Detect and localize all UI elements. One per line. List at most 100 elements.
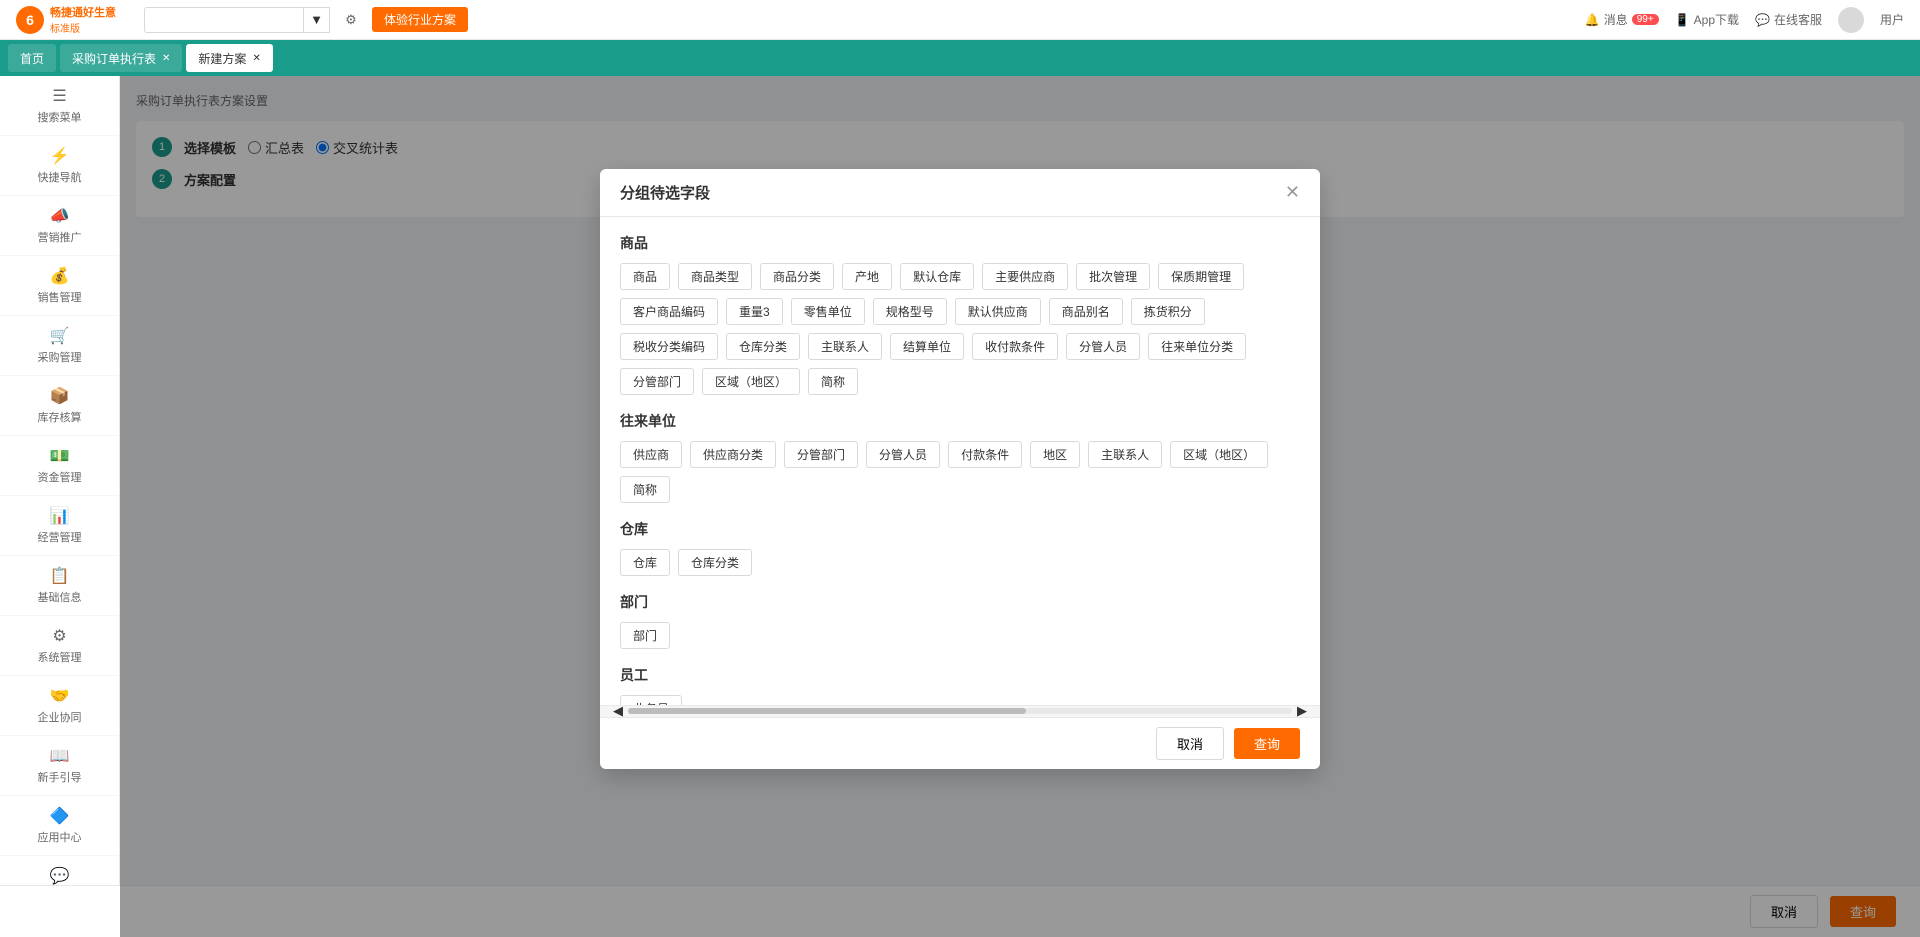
field-chips-4: 业务员 (620, 695, 1300, 705)
field-chip-1-3[interactable]: 分管人员 (866, 441, 940, 468)
field-chip-0-21[interactable]: 往来单位分类 (1148, 333, 1246, 360)
field-chip-1-2[interactable]: 分管部门 (784, 441, 858, 468)
sidebar-icon-13: 💬 (50, 866, 70, 886)
sidebar-label-8: 基础信息 (38, 589, 82, 605)
field-chip-0-16[interactable]: 仓库分类 (726, 333, 800, 360)
field-chip-1-7[interactable]: 区域（地区） (1170, 441, 1268, 468)
sidebar-icon-11: 📖 (50, 746, 70, 766)
gear-button[interactable]: ⚙ (338, 7, 364, 33)
field-chip-0-12[interactable]: 默认供应商 (955, 298, 1041, 325)
field-chip-0-13[interactable]: 商品别名 (1049, 298, 1123, 325)
sidebar-item-3[interactable]: 💰销售管理 (0, 256, 119, 316)
sidebar-item-4[interactable]: 🛒采购管理 (0, 316, 119, 376)
tab-new-plan-close[interactable]: ✕ (252, 53, 260, 64)
modal-scrollbar[interactable]: ◀ ▶ (600, 705, 1320, 717)
modal-body: 商品商品商品类型商品分类产地默认仓库主要供应商批次管理保质期管理客户商品编码重量… (600, 217, 1320, 705)
sidebar-icon-3: 💰 (50, 266, 70, 286)
field-chip-0-9[interactable]: 重量3 (726, 298, 783, 325)
field-chip-1-4[interactable]: 付款条件 (948, 441, 1022, 468)
sidebar-item-8[interactable]: 📋 基础信息 (0, 556, 119, 616)
sidebar-label-0: 搜索菜单 (38, 109, 82, 125)
field-chip-2-0[interactable]: 仓库 (620, 549, 670, 576)
confirm-button[interactable]: 查询 (1234, 728, 1300, 759)
field-chip-0-24[interactable]: 简称 (808, 368, 858, 395)
online-service-button[interactable]: 💬 在线客服 (1755, 11, 1822, 28)
field-chip-0-20[interactable]: 分管人员 (1066, 333, 1140, 360)
field-chip-0-19[interactable]: 收付款条件 (972, 333, 1058, 360)
field-chip-0-14[interactable]: 拣货积分 (1131, 298, 1205, 325)
field-chip-1-1[interactable]: 供应商分类 (690, 441, 776, 468)
field-section-title-2: 仓库 (620, 519, 1300, 539)
logo-name: 畅捷通好生意 (50, 4, 116, 20)
sidebar-label-5: 库存核算 (38, 409, 82, 425)
field-chip-3-0[interactable]: 部门 (620, 622, 670, 649)
avatar[interactable] (1838, 7, 1864, 33)
user-name-label: 用户 (1880, 11, 1904, 28)
field-chip-0-10[interactable]: 零售单位 (791, 298, 865, 325)
app-download-button[interactable]: 📱 App下载 (1675, 11, 1739, 28)
field-chips-3: 部门 (620, 622, 1300, 649)
sidebar-item-12[interactable]: 🔷应用中心 (0, 796, 119, 856)
online-service-icon: 💬 (1755, 13, 1770, 27)
sidebar-item-5[interactable]: 📦库存核算 (0, 376, 119, 436)
sidebar-icon-4: 🛒 (50, 326, 70, 346)
field-chip-0-3[interactable]: 产地 (842, 263, 892, 290)
field-chip-0-4[interactable]: 默认仓库 (900, 263, 974, 290)
sidebar-icon-12: 🔷 (50, 806, 70, 826)
notification-button[interactable]: 🔔 消息 99+ (1585, 11, 1659, 28)
logo-sub: 标准版 (50, 20, 116, 35)
field-chip-1-0[interactable]: 供应商 (620, 441, 682, 468)
field-chip-0-8[interactable]: 客户商品编码 (620, 298, 718, 325)
cancel-button[interactable]: 取消 (1156, 727, 1224, 760)
field-section-2: 仓库仓库仓库分类 (620, 519, 1300, 576)
tab-purchase-exec-close[interactable]: ✕ (162, 53, 170, 64)
search-input[interactable] (144, 7, 304, 33)
sidebar-item-7[interactable]: 📊经营管理 (0, 496, 119, 556)
field-chip-0-15[interactable]: 税收分类编码 (620, 333, 718, 360)
notification-icon: 🔔 (1585, 13, 1600, 27)
online-service-label: 在线客服 (1774, 11, 1822, 28)
scroll-left-button[interactable]: ◀ (608, 705, 628, 717)
logo-area: 6 畅捷通好生意 标准版 (16, 4, 136, 35)
header-search-area: ▼ (144, 7, 330, 33)
notification-label: 消息 (1604, 11, 1628, 28)
field-chip-0-22[interactable]: 分管部门 (620, 368, 694, 395)
sidebar-item-1[interactable]: ⚡快捷导航 (0, 136, 119, 196)
search-dropdown-button[interactable]: ▼ (304, 7, 330, 33)
exp-btn[interactable]: 体验行业方案 (372, 7, 468, 32)
field-chip-0-1[interactable]: 商品类型 (678, 263, 752, 290)
field-chip-0-17[interactable]: 主联系人 (808, 333, 882, 360)
scroll-right-button[interactable]: ▶ (1292, 705, 1312, 717)
sidebar-icon-8: 📋 (50, 566, 70, 586)
field-chips-2: 仓库仓库分类 (620, 549, 1300, 576)
tab-purchase-exec[interactable]: 采购订单执行表 ✕ (60, 44, 182, 72)
tab-new-plan[interactable]: 新建方案 ✕ (186, 44, 272, 72)
sidebar-item-2[interactable]: 📣营销推广 (0, 196, 119, 256)
gear-icon: ⚙ (345, 12, 357, 28)
field-chip-0-7[interactable]: 保质期管理 (1158, 263, 1244, 290)
modal-title: 分组待选字段 (620, 182, 1285, 203)
field-chip-2-1[interactable]: 仓库分类 (678, 549, 752, 576)
field-chips-1: 供应商供应商分类分管部门分管人员付款条件地区主联系人区域（地区） 简称 (620, 441, 1300, 503)
sidebar-label-1: 快捷导航 (38, 169, 82, 185)
tab-bar: 首页 采购订单执行表 ✕ 新建方案 ✕ (0, 40, 1920, 76)
sidebar-item-11[interactable]: 📖新手引导 (0, 736, 119, 796)
modal-close-button[interactable]: ✕ (1285, 182, 1300, 203)
field-chip-0-11[interactable]: 规格型号 (873, 298, 947, 325)
field-chip-0-5[interactable]: 主要供应商 (982, 263, 1068, 290)
sidebar-item-9[interactable]: ⚙系统管理 (0, 616, 119, 676)
sidebar-item-10[interactable]: 🤝企业协同 (0, 676, 119, 736)
field-chip-1-6[interactable]: 主联系人 (1088, 441, 1162, 468)
field-chip-0-2[interactable]: 商品分类 (760, 263, 834, 290)
field-chip-0-0[interactable]: 商品 (620, 263, 670, 290)
field-chip-0-6[interactable]: 批次管理 (1076, 263, 1150, 290)
sidebar-item-6[interactable]: 💵资金管理 (0, 436, 119, 496)
sidebar-item-0[interactable]: ☰搜索菜单 (0, 76, 119, 136)
tab-home[interactable]: 首页 (8, 44, 56, 72)
field-chip-0-23[interactable]: 区域（地区） (702, 368, 800, 395)
field-chip-4-0[interactable]: 业务员 (620, 695, 682, 705)
field-chip-0-18[interactable]: 结算单位 (890, 333, 964, 360)
field-chip-1-5[interactable]: 地区 (1030, 441, 1080, 468)
field-chip-1-8[interactable]: 简称 (620, 476, 670, 503)
scroll-thumb[interactable] (628, 708, 1026, 714)
